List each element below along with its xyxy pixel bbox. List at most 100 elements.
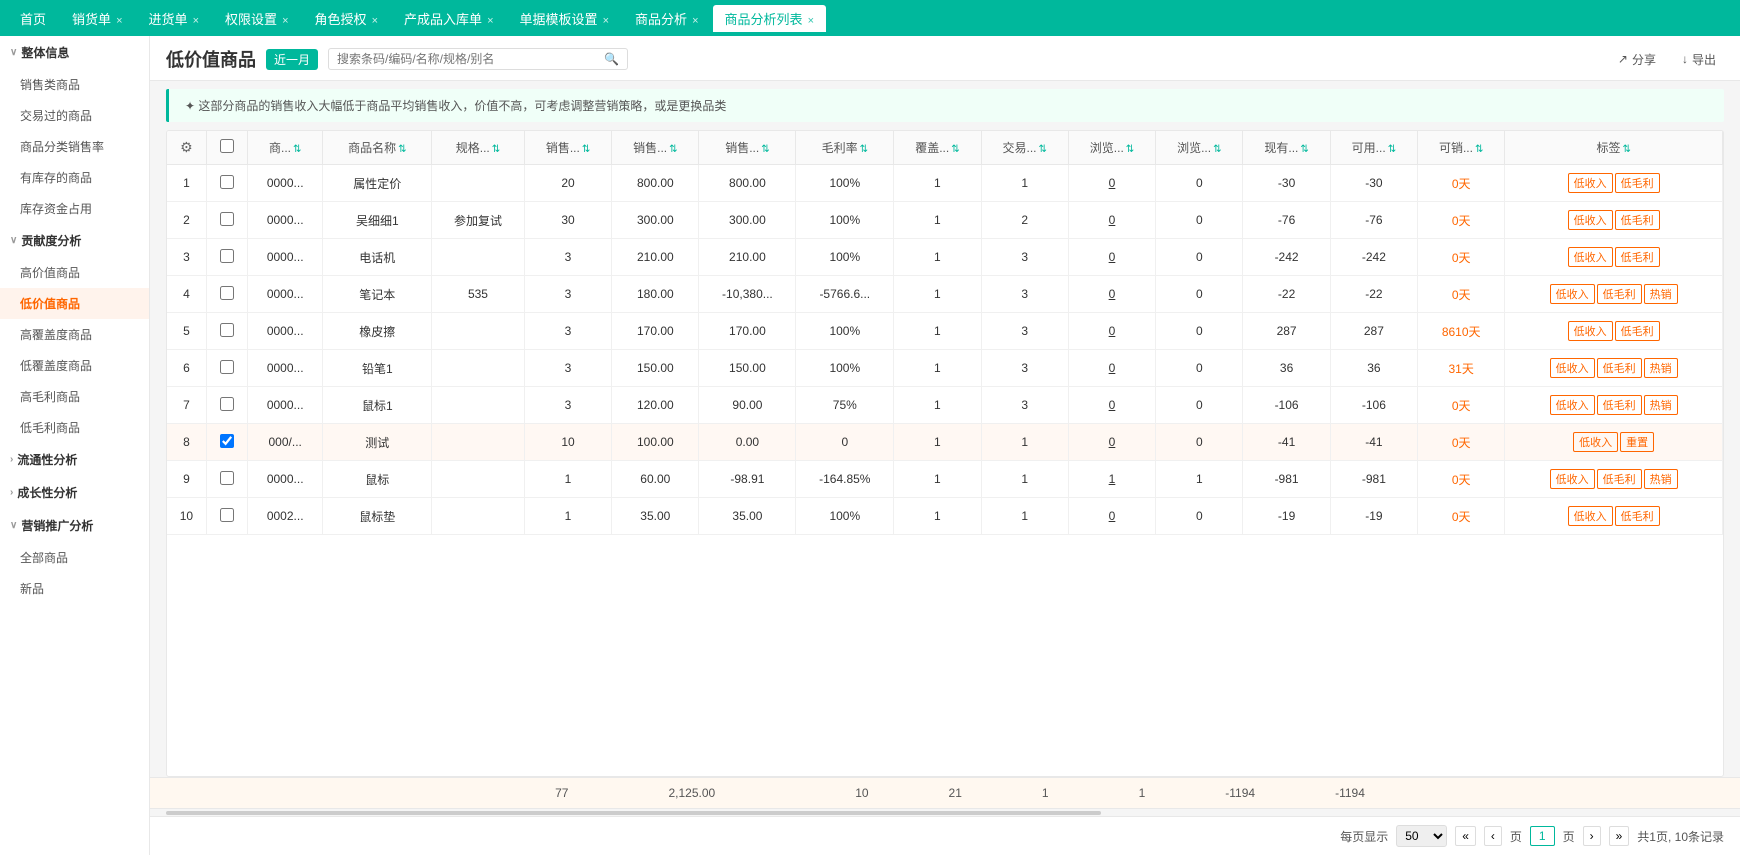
row-checkbox[interactable] [206,498,247,535]
nav-item-进货单[interactable]: 进货单 × [137,5,212,32]
col-header-browse2[interactable]: 浏览...⇅ [1156,131,1243,165]
row-checkbox[interactable] [206,424,247,461]
sidebar-group-整体信息[interactable]: ∨整体信息 [0,36,149,69]
nav-item-角色授权[interactable]: 角色授权 × [303,5,391,32]
nav-close-icon[interactable]: × [484,15,493,27]
nav-item-首页[interactable]: 首页 [8,5,58,32]
prev-page-button[interactable]: ‹ [1484,826,1502,846]
col-header-gear: ⚙ [167,131,206,165]
select-all-checkbox[interactable] [220,139,234,153]
settings-icon[interactable]: ⚙ [180,139,193,155]
nav-item-单据模板设置[interactable]: 单据模板设置 × [508,5,622,32]
col-header-coverage[interactable]: 覆盖...⇅ [894,131,981,165]
search-input[interactable] [337,52,600,66]
row-select-checkbox[interactable] [220,286,234,300]
browse1-value[interactable]: 0 [1109,176,1116,190]
browse1-value[interactable]: 0 [1109,509,1116,523]
row-checkbox[interactable] [206,387,247,424]
browse1-value[interactable]: 0 [1109,361,1116,375]
next-page-button[interactable]: › [1583,826,1601,846]
period-tag[interactable]: 近一月 [266,49,318,70]
per-page-select[interactable]: 50 20 100 [1396,825,1447,847]
nav-close-icon[interactable]: × [369,15,378,27]
row-select-checkbox[interactable] [220,175,234,189]
nav-close-icon[interactable]: × [805,15,814,27]
row-select-checkbox[interactable] [220,360,234,374]
sidebar-item-高毛利商品[interactable]: 高毛利商品 [0,381,149,412]
row-checkbox[interactable] [206,350,247,387]
nav-item-权限设置[interactable]: 权限设置 × [213,5,301,32]
sidebar-item-库存资金占用[interactable]: 库存资金占用 [0,193,149,224]
sidebar-item-低覆盖度商品[interactable]: 低覆盖度商品 [0,350,149,381]
col-header-saleable[interactable]: 可销...⇅ [1418,131,1505,165]
col-header-code[interactable]: 商...⇅ [247,131,323,165]
browse1-value[interactable]: 1 [1109,472,1116,486]
table-scrollbar[interactable] [150,808,1740,816]
row-code: 0000... [247,165,323,202]
col-header-available[interactable]: 可用...⇅ [1330,131,1417,165]
browse1-value[interactable]: 0 [1109,250,1116,264]
nav-item-产成品入库单[interactable]: 产成品入库单 × [392,5,506,32]
row-checkbox[interactable] [206,165,247,202]
col-header-trade[interactable]: 交易...⇅ [981,131,1068,165]
first-page-button[interactable]: « [1455,826,1476,846]
col-header-name[interactable]: 商品名称⇅ [323,131,432,165]
sidebar-item-商品分类销售率[interactable]: 商品分类销售率 [0,131,149,162]
row-saleable-days: 0天 [1418,276,1505,313]
row-select-checkbox[interactable] [220,508,234,522]
share-button[interactable]: ↗ 分享 [1610,48,1664,71]
browse1-value[interactable]: 0 [1109,324,1116,338]
col-header-sale_cost[interactable]: 销售...⇅ [699,131,796,165]
nav-close-icon[interactable]: × [113,15,122,27]
sidebar-item-有库存的商品[interactable]: 有库存的商品 [0,162,149,193]
row-select-checkbox[interactable] [220,323,234,337]
sidebar-item-销售类商品[interactable]: 销售类商品 [0,69,149,100]
browse1-value[interactable]: 0 [1109,213,1116,227]
row-name: 电话机 [323,239,432,276]
row-select-checkbox[interactable] [220,212,234,226]
row-checkbox[interactable] [206,202,247,239]
row-select-checkbox[interactable] [220,434,234,448]
last-page-button[interactable]: » [1609,826,1630,846]
nav-item-销货单[interactable]: 销货单 × [60,5,135,32]
sidebar-group-成长性分析[interactable]: ›成长性分析 [0,476,149,509]
tag-badge: 低毛利 [1597,284,1642,304]
search-icon[interactable]: 🔍 [604,52,619,66]
nav-close-icon[interactable]: × [190,15,199,27]
export-button[interactable]: ↓ 导出 [1674,48,1724,71]
browse1-value[interactable]: 0 [1109,435,1116,449]
sidebar-item-全部商品[interactable]: 全部商品 [0,542,149,573]
col-header-tags[interactable]: 标签⇅ [1505,131,1723,165]
row-checkbox[interactable] [206,461,247,498]
row-select-checkbox[interactable] [220,397,234,411]
col-header-spec[interactable]: 规格...⇅ [432,131,525,165]
sidebar-item-交易过的商品[interactable]: 交易过的商品 [0,100,149,131]
sidebar-group-营销推广分析[interactable]: ∨营销推广分析 [0,509,149,542]
sidebar-item-新品[interactable]: 新品 [0,573,149,604]
nav-close-icon[interactable]: × [600,15,609,27]
browse1-value[interactable]: 0 [1109,287,1116,301]
sidebar-group-流通性分析[interactable]: ›流通性分析 [0,443,149,476]
nav-close-icon[interactable]: × [689,15,698,27]
row-checkbox[interactable] [206,239,247,276]
nav-close-icon[interactable]: × [279,15,288,27]
sidebar-item-高价值商品[interactable]: 高价值商品 [0,257,149,288]
nav-item-商品分析[interactable]: 商品分析 × [623,5,711,32]
row-checkbox[interactable] [206,276,247,313]
browse1-value[interactable]: 0 [1109,398,1116,412]
col-header-browse1[interactable]: 浏览...⇅ [1068,131,1155,165]
row-select-checkbox[interactable] [220,471,234,485]
row-select-checkbox[interactable] [220,249,234,263]
col-header-margin_rate[interactable]: 毛利率⇅ [796,131,894,165]
row-checkbox[interactable] [206,313,247,350]
col-header-sale_amt[interactable]: 销售...⇅ [612,131,699,165]
sidebar-item-低毛利商品[interactable]: 低毛利商品 [0,412,149,443]
nav-item-商品分析列表[interactable]: 商品分析列表 × [713,5,827,32]
sidebar-item-低价值商品[interactable]: 低价值商品 [0,288,149,319]
sidebar-group-贡献度分析[interactable]: ∨贡献度分析 [0,224,149,257]
sidebar-item-高覆盖度商品[interactable]: 高覆盖度商品 [0,319,149,350]
data-table-wrapper[interactable]: ⚙商...⇅商品名称⇅规格...⇅销售...⇅销售...⇅销售...⇅毛利率⇅覆… [166,130,1724,777]
row-sale-qty: 1 [524,498,611,535]
col-header-sale_qty[interactable]: 销售...⇅ [524,131,611,165]
col-header-current_stock[interactable]: 现有...⇅ [1243,131,1330,165]
